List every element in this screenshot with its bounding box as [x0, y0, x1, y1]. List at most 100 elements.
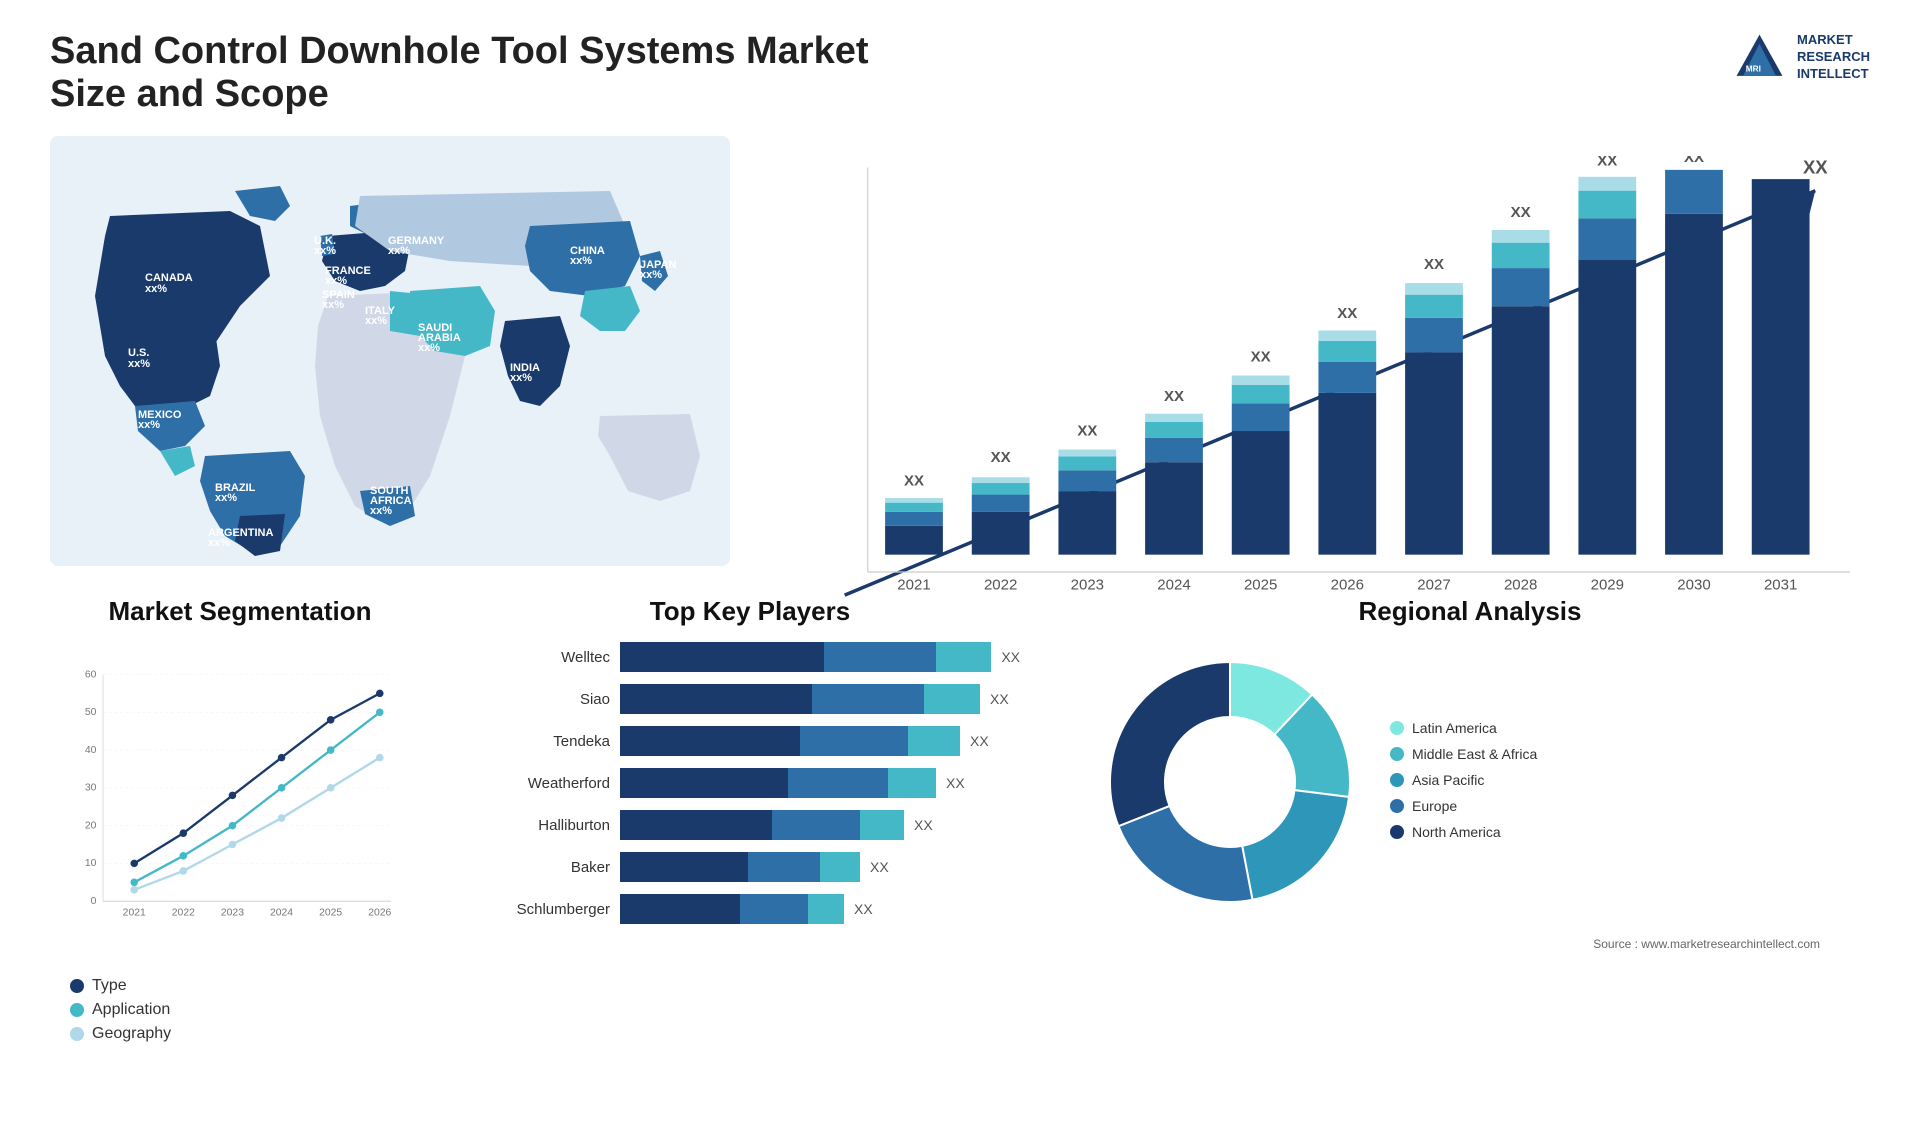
regional-section: Regional Analysis Latin AmericaMiddle Ea… [1070, 586, 1870, 1086]
svg-text:2030: 2030 [1677, 576, 1710, 593]
player-xx-label: XX [914, 817, 933, 833]
logo-icon: MRI [1732, 30, 1787, 85]
player-bar [620, 852, 860, 882]
player-bar [620, 810, 904, 840]
regional-legend-dot [1390, 773, 1404, 787]
svg-text:10: 10 [85, 858, 97, 869]
svg-text:MRI: MRI [1746, 64, 1761, 73]
regional-legend-label: Middle East & Africa [1412, 746, 1537, 762]
donut-container [1090, 642, 1370, 927]
player-name: Tendeka [480, 733, 610, 750]
regional-legend-label: North America [1412, 824, 1501, 840]
regional-legend-dot [1390, 721, 1404, 735]
bar-chart-section: XX 2021 XX 2022 XX 2023 [760, 136, 1870, 566]
segmentation-chart-svg: 0 10 20 30 40 50 60 2021 2022 2023 2024 … [70, 642, 410, 962]
svg-text:XX: XX [1803, 156, 1828, 177]
svg-text:XX: XX [1251, 349, 1271, 366]
source-text: Source : www.marketresearchintellect.com [1060, 937, 1820, 951]
svg-text:XX: XX [1597, 156, 1617, 169]
svg-text:XX: XX [1424, 256, 1444, 273]
player-name: Welltec [480, 649, 610, 666]
player-row: Tendeka XX [480, 726, 1020, 756]
legend-geography: Geography [70, 1025, 410, 1043]
svg-text:XX: XX [904, 472, 924, 489]
svg-text:xx%: xx% [370, 505, 392, 517]
regional-legend-item: Europe [1390, 798, 1850, 814]
player-bar-container: XX [620, 810, 1020, 840]
svg-text:40: 40 [85, 745, 97, 756]
svg-text:2026: 2026 [368, 907, 391, 918]
player-xx-label: XX [946, 775, 965, 791]
svg-text:xx%: xx% [322, 299, 344, 311]
player-bar [620, 642, 991, 672]
logo-text: MARKET RESEARCH INTELLECT [1797, 32, 1870, 83]
svg-text:2024: 2024 [1157, 576, 1190, 593]
svg-text:2022: 2022 [984, 576, 1017, 593]
logo: MRI MARKET RESEARCH INTELLECT [1732, 30, 1870, 85]
svg-text:XX: XX [1164, 388, 1184, 405]
player-row: Siao XX [480, 684, 1020, 714]
player-row: HalliburtonXX [480, 810, 1020, 840]
segment-section: Market Segmentation 0 10 20 30 40 50 60 [50, 586, 430, 1086]
bottom-row: Market Segmentation 0 10 20 30 40 50 60 [50, 586, 1870, 1086]
legend-application: Application [70, 1001, 410, 1019]
player-bar-container: XX [620, 768, 1020, 798]
player-row: Weatherford XX [480, 768, 1020, 798]
player-row: Welltec XX [480, 642, 1020, 672]
regional-legend-item: Middle East & Africa [1390, 746, 1850, 762]
svg-text:xx%: xx% [215, 492, 237, 504]
svg-text:xx%: xx% [314, 245, 336, 257]
legend-dot-application [70, 1003, 84, 1017]
donut-segment [1118, 806, 1252, 902]
svg-text:XX: XX [1077, 423, 1097, 440]
player-bar-container: XX [620, 684, 1020, 714]
svg-text:20: 20 [85, 820, 97, 831]
svg-text:xx%: xx% [365, 315, 387, 327]
svg-text:2027: 2027 [1417, 576, 1450, 593]
player-xx-label: XX [870, 859, 889, 875]
player-xx-label: XX [970, 733, 989, 749]
legend-type: Type [70, 977, 410, 995]
svg-text:2023: 2023 [1071, 576, 1104, 593]
regional-legend-dot [1390, 825, 1404, 839]
player-name: Schlumberger [480, 901, 610, 918]
svg-text:2026: 2026 [1331, 576, 1364, 593]
page-container: Sand Control Downhole Tool Systems Marke… [0, 0, 1920, 1146]
player-xx-label: XX [1001, 649, 1020, 665]
donut-segment [1110, 662, 1230, 826]
player-bar-container: XX [620, 726, 1020, 756]
svg-text:60: 60 [85, 669, 97, 680]
legend-dot-type [70, 979, 84, 993]
svg-text:2021: 2021 [123, 907, 146, 918]
page-title: Sand Control Downhole Tool Systems Marke… [50, 30, 950, 116]
svg-text:2028: 2028 [1504, 576, 1537, 593]
player-bar [620, 684, 980, 714]
svg-text:xx%: xx% [570, 255, 592, 267]
regional-legend-item: Asia Pacific [1390, 772, 1850, 788]
donut-svg [1090, 642, 1370, 922]
player-name: Weatherford [480, 775, 610, 792]
player-bar-container: XX [620, 894, 1020, 924]
svg-text:2023: 2023 [221, 907, 244, 918]
svg-text:2024: 2024 [270, 907, 293, 918]
svg-text:2025: 2025 [319, 907, 342, 918]
svg-text:2025: 2025 [1244, 576, 1277, 593]
svg-text:30: 30 [85, 783, 97, 794]
svg-text:xx%: xx% [208, 537, 230, 549]
regional-legend-item: North America [1390, 824, 1850, 840]
svg-text:xx%: xx% [640, 269, 662, 281]
regional-legend-item: Latin America [1390, 720, 1850, 736]
segmentation-legend: Type Application Geography [70, 977, 410, 1043]
player-row: BakerXX [480, 852, 1020, 882]
world-map-svg: CANADA xx% U.S. xx% MEXICO xx% BRAZIL xx… [50, 136, 730, 566]
player-bar [620, 894, 844, 924]
svg-text:xx%: xx% [510, 372, 532, 384]
player-name: Siao [480, 691, 610, 708]
svg-text:2022: 2022 [172, 907, 195, 918]
svg-text:xx%: xx% [418, 342, 440, 354]
svg-text:xx%: xx% [325, 275, 347, 287]
regional-legend-label: Latin America [1412, 720, 1497, 736]
player-bar-container: XX [620, 642, 1020, 672]
player-bar [620, 726, 960, 756]
map-section: CANADA xx% U.S. xx% MEXICO xx% BRAZIL xx… [50, 136, 730, 566]
